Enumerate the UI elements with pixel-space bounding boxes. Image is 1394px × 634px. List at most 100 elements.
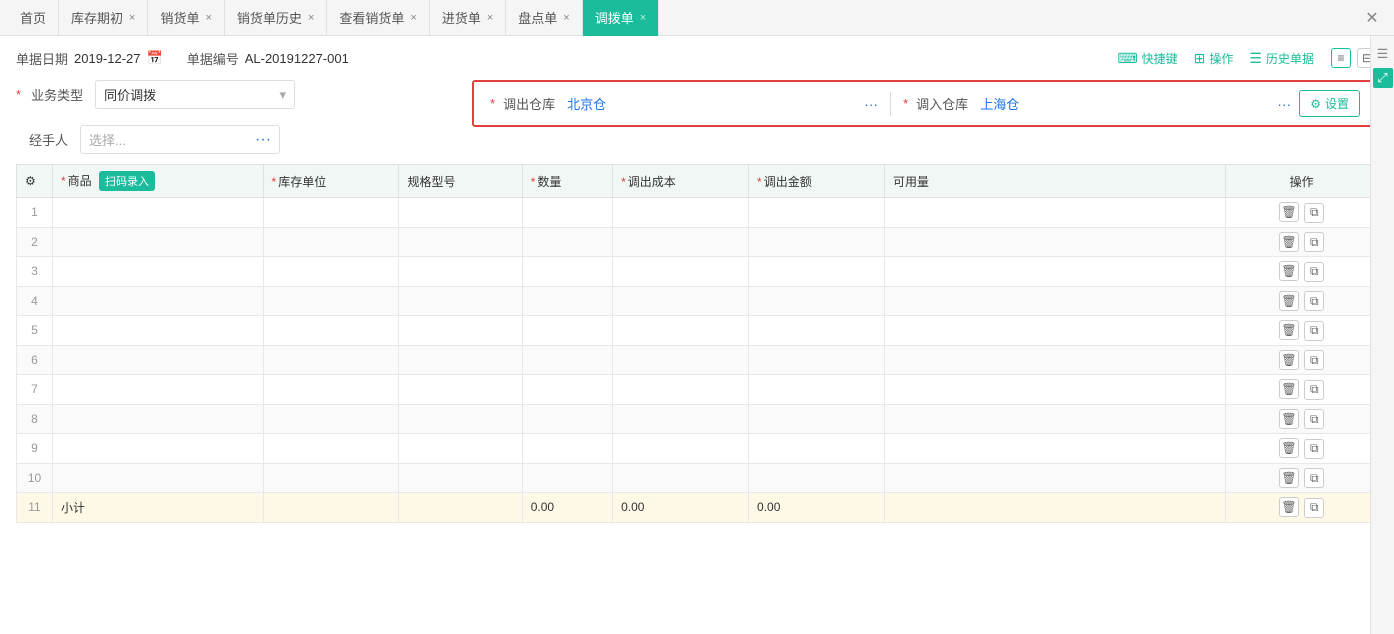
tab-home[interactable]: 首页 [8,0,59,36]
product-cell[interactable] [53,345,264,375]
copy-icon[interactable]: ⧉ [1304,498,1324,518]
calendar-icon[interactable]: 📅 [147,50,163,66]
cost-cell[interactable] [613,198,749,228]
person-select[interactable]: 选择... ··· [80,125,280,154]
spec-cell[interactable] [399,316,522,346]
tab-inventory-check[interactable]: 盘点单 × [506,0,582,36]
copy-row-icon[interactable]: ⧉ [1304,350,1324,370]
sidebar-expand-icon[interactable]: ⤢ [1373,68,1393,88]
unit-cell[interactable] [263,227,399,257]
product-cell[interactable] [53,227,264,257]
unit-cell[interactable] [263,198,399,228]
history-btn[interactable]: ☰ 历史单据 [1249,50,1314,67]
table-container[interactable]: ⚙ *商品 扫码录入 *库存单位 规格型号 *数量 *调出成本 [16,164,1378,523]
quantity-cell[interactable] [522,463,612,493]
delete-row-icon[interactable]: 🗑 [1279,320,1299,340]
product-cell[interactable] [53,257,264,287]
copy-row-icon[interactable]: ⧉ [1304,468,1324,488]
th-gear[interactable]: ⚙ [17,165,53,198]
product-cell[interactable] [53,404,264,434]
unit-cell[interactable] [263,463,399,493]
copy-row-icon[interactable]: ⧉ [1304,232,1324,252]
transfer-in-more-btn[interactable]: ··· [1277,96,1291,112]
copy-row-icon[interactable]: ⧉ [1304,262,1324,282]
delete-row-icon[interactable]: 🗑 [1279,379,1299,399]
cost-cell[interactable] [613,404,749,434]
delete-icon[interactable]: 🗑 [1279,497,1299,517]
quantity-cell[interactable] [522,257,612,287]
cost-cell[interactable] [613,434,749,464]
cost-cell[interactable] [613,286,749,316]
quantity-cell[interactable] [522,286,612,316]
unit-cell[interactable] [263,345,399,375]
close-tab-sales-history[interactable]: × [308,12,314,24]
delete-row-icon[interactable]: 🗑 [1279,409,1299,429]
close-tab-inventory-check[interactable]: × [563,12,569,24]
unit-cell[interactable] [263,316,399,346]
tab-sales-order[interactable]: 销货单 × [148,0,224,36]
cost-cell[interactable] [613,257,749,287]
quantity-cell[interactable] [522,198,612,228]
quantity-cell[interactable] [522,404,612,434]
cost-cell[interactable] [613,345,749,375]
amount-cell[interactable] [749,463,885,493]
delete-row-icon[interactable]: 🗑 [1279,232,1299,252]
delete-row-icon[interactable]: 🗑 [1279,350,1299,370]
shortcut-btn[interactable]: ⌨ 快捷键 [1117,50,1177,67]
close-tab-inventory-init[interactable]: × [129,12,135,24]
person-more-icon[interactable]: ··· [255,131,271,149]
copy-row-icon[interactable]: ⧉ [1304,203,1324,223]
amount-cell[interactable] [749,434,885,464]
tab-inventory-init[interactable]: 库存期初 × [59,0,148,36]
amount-cell[interactable] [749,286,885,316]
tab-sales-history[interactable]: 销货单历史 × [225,0,327,36]
quantity-cell[interactable] [522,375,612,405]
amount-cell[interactable] [749,375,885,405]
delete-row-icon[interactable]: 🗑 [1279,291,1299,311]
unit-cell[interactable] [263,404,399,434]
cost-cell[interactable] [613,463,749,493]
amount-cell[interactable] [749,257,885,287]
copy-row-icon[interactable]: ⧉ [1304,409,1324,429]
unit-cell[interactable] [263,434,399,464]
spec-cell[interactable] [399,345,522,375]
business-type-select[interactable]: 同价调拨 ▾ [95,80,295,109]
close-tab-purchase-order[interactable]: × [487,12,493,24]
quantity-cell[interactable] [522,316,612,346]
copy-row-icon[interactable]: ⧉ [1304,291,1324,311]
product-cell[interactable] [53,463,264,493]
quantity-cell[interactable] [522,434,612,464]
transfer-out-more-btn[interactable]: ··· [864,96,878,112]
copy-row-icon[interactable]: ⧉ [1304,321,1324,341]
quantity-cell[interactable] [522,345,612,375]
spec-cell[interactable] [399,375,522,405]
product-cell[interactable] [53,286,264,316]
product-cell[interactable] [53,375,264,405]
cost-cell[interactable] [613,316,749,346]
copy-row-icon[interactable]: ⧉ [1304,439,1324,459]
amount-cell[interactable] [749,316,885,346]
cost-cell[interactable] [613,227,749,257]
spec-cell[interactable] [399,286,522,316]
tab-transfer-order[interactable]: 调拨单 × [583,0,659,36]
sidebar-list-icon[interactable]: ☰ [1373,44,1393,64]
date-value[interactable]: 2019-12-27 [74,51,141,66]
quantity-cell[interactable] [522,227,612,257]
close-tab-transfer-order[interactable]: × [640,12,646,24]
tab-view-sales[interactable]: 查看销货单 × [327,0,429,36]
cost-cell[interactable] [613,375,749,405]
amount-cell[interactable] [749,198,885,228]
unit-cell[interactable] [263,286,399,316]
spec-cell[interactable] [399,198,522,228]
amount-cell[interactable] [749,345,885,375]
setting-button[interactable]: ⚙ 设置 [1299,90,1360,117]
product-cell[interactable] [53,434,264,464]
spec-cell[interactable] [399,463,522,493]
delete-row-icon[interactable]: 🗑 [1279,468,1299,488]
window-close-button[interactable]: ✕ [1358,4,1386,32]
close-tab-sales-order[interactable]: × [205,12,211,24]
spec-cell[interactable] [399,404,522,434]
product-cell[interactable] [53,198,264,228]
delete-row-icon[interactable]: 🗑 [1279,202,1299,222]
transfer-in-value[interactable]: 上海仓 [980,94,1019,113]
